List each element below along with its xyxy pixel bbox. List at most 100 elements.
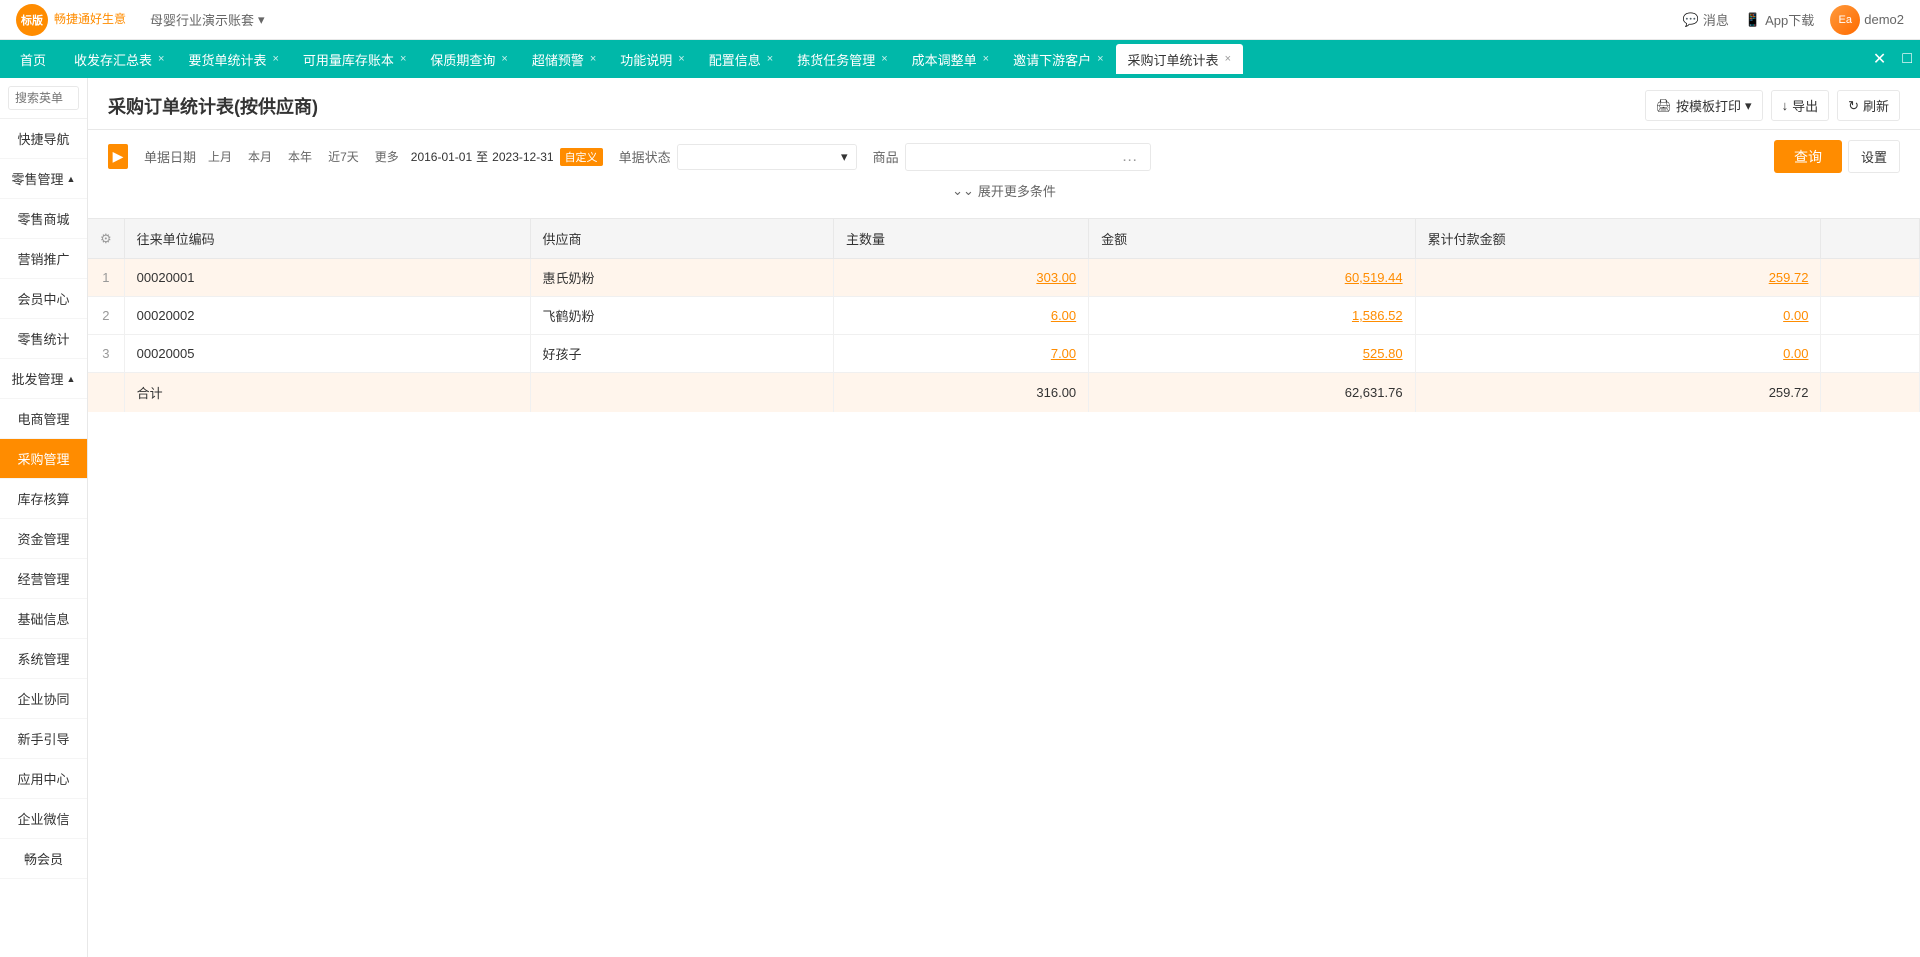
close-icon[interactable]: ×	[1225, 53, 1231, 65]
sidebar-item-marketing[interactable]: 营销推广	[0, 239, 87, 279]
close-icon[interactable]: ×	[501, 53, 507, 65]
sidebar-item-operation[interactable]: 经营管理	[0, 559, 87, 599]
td-qty[interactable]: 303.00	[833, 259, 1088, 297]
export-button[interactable]: ↓ 导出	[1771, 90, 1830, 121]
window-max-button[interactable]: □	[1898, 50, 1916, 68]
sidebar-item-retail-shop[interactable]: 零售商城	[0, 199, 87, 239]
ellipsis-button[interactable]: …	[1118, 148, 1142, 166]
status-select[interactable]: ▾	[677, 144, 857, 170]
close-icon[interactable]: ×	[272, 53, 278, 65]
tab-gongneng[interactable]: 功能说明 ×	[608, 44, 696, 74]
sidebar-item-wechat[interactable]: 企业微信	[0, 799, 87, 839]
tab-peizhi[interactable]: 配置信息 ×	[697, 44, 785, 74]
sidebar-item-newguide[interactable]: 新手引导	[0, 719, 87, 759]
template-print-button[interactable]: 🖨 按模板打印 ▾	[1645, 90, 1763, 121]
tab-home[interactable]: 首页	[4, 44, 62, 74]
close-icon[interactable]: ×	[1097, 53, 1103, 65]
close-icon[interactable]: ×	[881, 53, 887, 65]
td-qty[interactable]: 6.00	[833, 297, 1088, 335]
top-bar: 标版 畅捷通好生意 母婴行业演示账套 ▾ 💬 消息 📱 App下载 Ea dem…	[0, 0, 1920, 40]
message-icon: 💬	[1683, 12, 1699, 28]
print-icon: 🖨	[1656, 98, 1673, 114]
sidebar-item-shortcut[interactable]: 快捷导航	[0, 119, 87, 159]
sidebar-item-label: 企业微信	[17, 812, 69, 827]
tab-yaohuo[interactable]: 要货单统计表 ×	[176, 44, 290, 74]
filter-bar: ▶ 单据日期 上月 本月 本年 近7天 更多 2016-01-01 至	[88, 130, 1920, 219]
td-paid[interactable]: 0.00	[1415, 297, 1821, 335]
td-amount[interactable]: 525.80	[1089, 335, 1415, 373]
app-download-button[interactable]: 📱 App下载	[1745, 10, 1814, 29]
sidebar-item-label: 库存核算	[17, 492, 69, 507]
tab-chachu[interactable]: 超储预警 ×	[520, 44, 608, 74]
tab-chengben[interactable]: 成本调整单 ×	[900, 44, 1001, 74]
sidebar-item-purchase[interactable]: 采购管理	[0, 439, 87, 479]
search-input[interactable]	[8, 86, 79, 110]
close-icon[interactable]: ×	[158, 53, 164, 65]
filter-group-date: 单据日期 上月 本月 本年 近7天 更多 2016-01-01 至 2023-1…	[144, 146, 603, 167]
sidebar-item-wholesale[interactable]: 批发管理	[0, 359, 87, 399]
page-actions: 🖨 按模板打印 ▾ ↓ 导出 ↻ 刷新	[1645, 90, 1901, 121]
sidebar-item-ecommerce[interactable]: 电商管理	[0, 399, 87, 439]
sidebar-item-retail-mgmt[interactable]: 零售管理	[0, 159, 87, 199]
tab-shouzong[interactable]: 收发存汇总表 ×	[62, 44, 176, 74]
goods-filter-label: 商品	[873, 147, 899, 166]
shortcut-last-month[interactable]: 上月	[202, 146, 238, 167]
tab-label: 邀请下游客户	[1013, 50, 1091, 69]
td-extra	[1821, 259, 1920, 297]
td-paid[interactable]: 259.72	[1415, 259, 1821, 297]
sidebar-item-system[interactable]: 系统管理	[0, 639, 87, 679]
sidebar: 快捷导航 零售管理 零售商城 营销推广 会员中心 零售统计 批发管理 电商管理 …	[0, 78, 88, 957]
sidebar-item-appcenter[interactable]: 应用中心	[0, 759, 87, 799]
close-icon[interactable]: ×	[400, 53, 406, 65]
message-button[interactable]: 💬 消息	[1683, 10, 1729, 29]
tab-jianhuo[interactable]: 拣货任务管理 ×	[785, 44, 899, 74]
settings-button[interactable]: 设置	[1848, 140, 1900, 173]
td-qty[interactable]: 7.00	[833, 335, 1088, 373]
avatar: Ea	[1830, 5, 1860, 35]
tf-extra	[1821, 373, 1920, 413]
data-table: ⚙ 往来单位编码 供应商 主数量 金额 累计付款金额 1 00020001 惠氏…	[88, 219, 1920, 412]
status-filter-label: 单据状态	[619, 147, 671, 166]
goods-input[interactable]	[914, 149, 1114, 164]
tab-baozhi[interactable]: 保质期查询 ×	[418, 44, 519, 74]
th-qty: 主数量	[833, 219, 1088, 259]
content-area: 采购订单统计表(按供应商) 🖨 按模板打印 ▾ ↓ 导出 ↻ 刷新	[88, 78, 1920, 957]
username: demo2	[1864, 12, 1904, 27]
shortcut-this-year[interactable]: 本年	[282, 146, 318, 167]
sidebar-item-basic[interactable]: 基础信息	[0, 599, 87, 639]
sidebar-item-retail-stats[interactable]: 零售统计	[0, 319, 87, 359]
td-code: 00020001	[124, 259, 530, 297]
td-paid[interactable]: 0.00	[1415, 335, 1821, 373]
chevron-down-icon: ▾	[841, 149, 848, 165]
app-download-label: App下载	[1765, 10, 1814, 29]
search-button[interactable]: 查询	[1774, 140, 1842, 173]
shortcut-this-month[interactable]: 本月	[242, 146, 278, 167]
date-range: 2016-01-01 至 2023-12-31	[411, 148, 554, 165]
shortcut-more[interactable]: 更多	[369, 146, 405, 167]
td-amount[interactable]: 60,519.44	[1089, 259, 1415, 297]
td-amount[interactable]: 1,586.52	[1089, 297, 1415, 335]
nav-tabs: 首页 收发存汇总表 × 要货单统计表 × 可用量库存账本 × 保质期查询 × 超…	[0, 40, 1920, 78]
shortcut-7days[interactable]: 近7天	[322, 146, 365, 167]
close-icon[interactable]: ×	[678, 53, 684, 65]
tab-label: 配置信息	[709, 50, 761, 69]
close-icon[interactable]: ×	[590, 53, 596, 65]
tab-kuyong[interactable]: 可用量库存账本 ×	[291, 44, 418, 74]
sidebar-item-finance[interactable]: 资金管理	[0, 519, 87, 559]
sidebar-item-inventory[interactable]: 库存核算	[0, 479, 87, 519]
refresh-button[interactable]: ↻ 刷新	[1837, 90, 1900, 121]
th-settings[interactable]: ⚙	[88, 219, 124, 259]
filter-toggle-button[interactable]: ▶	[108, 144, 128, 169]
sidebar-item-members[interactable]: 会员中心	[0, 279, 87, 319]
tab-yaoqing[interactable]: 邀请下游客户 ×	[1001, 44, 1115, 74]
sidebar-item-member[interactable]: 畅会员	[0, 839, 87, 879]
close-icon[interactable]: ×	[983, 53, 989, 65]
expand-filters-button[interactable]: ⌄⌄ 展开更多条件	[952, 181, 1056, 200]
user-menu[interactable]: Ea demo2	[1830, 5, 1904, 35]
system-selector[interactable]: 母婴行业演示账套 ▾	[150, 10, 265, 29]
tab-caigou-active[interactable]: 采购订单统计表 ×	[1116, 44, 1243, 74]
window-close-button[interactable]: ✕	[1869, 49, 1890, 69]
goods-input-wrapper: …	[905, 143, 1151, 171]
close-icon[interactable]: ×	[767, 53, 773, 65]
sidebar-item-enterprise[interactable]: 企业协同	[0, 679, 87, 719]
